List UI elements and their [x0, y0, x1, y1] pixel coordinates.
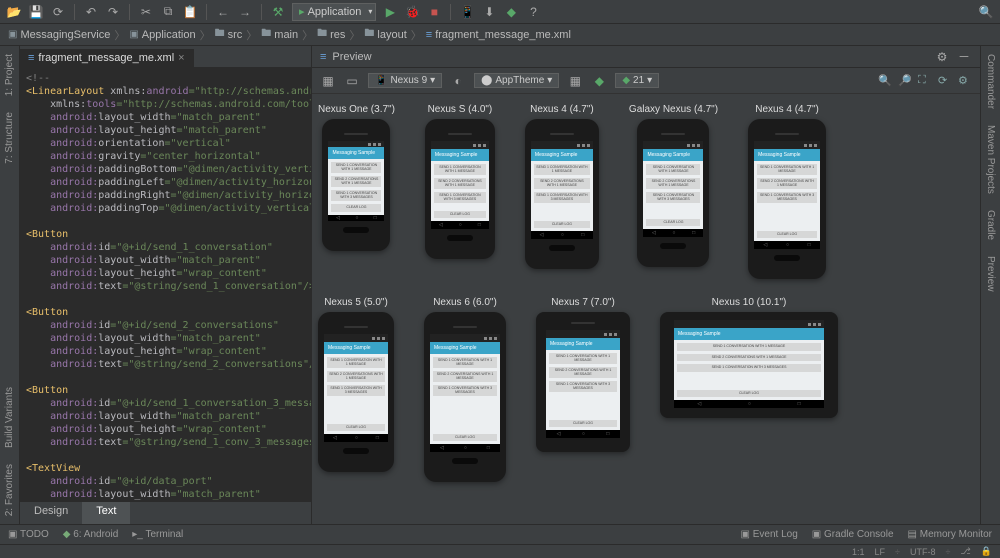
tool-gradle-console[interactable]: ▣ Gradle Console [812, 529, 894, 540]
preview-toolbar: ▦ ▭ 📱 Nexus 9 ▾ ◐ ⬤ AppTheme ▾ ▦ ◆ ◆21 ▾… [312, 68, 980, 94]
design-text-tabs: Design Text [20, 502, 311, 524]
hide-icon[interactable]: － [956, 49, 972, 65]
close-icon[interactable]: × [178, 52, 184, 64]
stop-icon[interactable]: ■ [426, 4, 442, 20]
editor-tab[interactable]: ≡fragment_message_me.xml× [20, 49, 194, 67]
bc-src[interactable]: 🖿src [215, 26, 243, 43]
cut-icon[interactable]: ✂ [138, 4, 154, 20]
api-combo[interactable]: ◆21 ▾ [615, 73, 659, 88]
tool-build-variants[interactable]: Build Variants [2, 379, 17, 456]
device-preview[interactable]: Nexus 5 (5.0") Messaging Sample SEND 1 C… [318, 297, 394, 482]
device-label: Nexus 4 (4.7") [530, 104, 594, 115]
theme-combo[interactable]: ⬤ AppTheme ▾ [474, 73, 559, 88]
device-preview[interactable]: Nexus One (3.7") Messaging Sample SEND 1… [318, 104, 395, 279]
back-icon[interactable]: ← [215, 4, 231, 20]
tab-text[interactable]: Text [82, 502, 130, 524]
caret-pos: 1:1 [852, 547, 865, 557]
device-label: Nexus 10 (10.1") [712, 297, 787, 308]
bc-main[interactable]: 🖿main [261, 26, 298, 43]
zoom-fit-icon[interactable]: ⛶ [918, 74, 932, 88]
editor-pane: ≡fragment_message_me.xml× <!-- <LinearLa… [20, 46, 312, 524]
tool-gradle[interactable]: Gradle [983, 202, 998, 248]
tool-preview[interactable]: Preview [983, 248, 998, 300]
preview-header: ≡ Preview ⚙ － [312, 46, 980, 68]
device-combo[interactable]: 📱 Nexus 9 ▾ [368, 73, 442, 88]
tool-favorites[interactable]: 2: Favorites [2, 456, 17, 524]
device-preview[interactable]: Galaxy Nexus (4.7") Messaging Sample SEN… [629, 104, 718, 279]
refresh-icon[interactable]: ⟳ [938, 74, 952, 88]
encoding[interactable]: UTF-8 [910, 547, 936, 557]
code-editor[interactable]: <!-- <LinearLayout xmlns:android="http:/… [20, 68, 311, 502]
device-preview[interactable]: Nexus 6 (6.0") Messaging Sample SEND 1 C… [424, 297, 506, 482]
android-icon[interactable]: ◆ [591, 73, 607, 89]
sdk-icon[interactable]: ⬇ [481, 4, 497, 20]
tool-android[interactable]: ◆ 6: Android [63, 529, 119, 540]
run-config-combo[interactable]: ▸ Application [292, 3, 376, 21]
tool-eventlog[interactable]: ▣ Event Log [741, 529, 798, 540]
tool-memory[interactable]: ▤ Memory Monitor [908, 529, 992, 540]
undo-icon[interactable]: ↶ [83, 4, 99, 20]
device-preview[interactable]: Nexus 4 (4.7") Messaging Sample SEND 1 C… [525, 104, 599, 279]
avd-icon[interactable]: 📱 [459, 4, 475, 20]
tool-commander[interactable]: Commander [983, 46, 998, 117]
help-icon[interactable]: ? [525, 4, 541, 20]
gear-icon[interactable]: ⚙ [934, 49, 950, 65]
editor-tabs: ≡fragment_message_me.xml× [20, 46, 311, 68]
device-label: Galaxy Nexus (4.7") [629, 104, 718, 115]
right-tool-gutter: Commander Maven Projects Gradle Preview [980, 46, 1000, 524]
bottom-toolbar: ▣ TODO ◆ 6: Android ▸_ Terminal ▣ Event … [0, 524, 1000, 544]
line-sep[interactable]: LF [874, 547, 885, 557]
device-label: Nexus 4 (4.7") [755, 104, 819, 115]
tool-structure[interactable]: 7: Structure [2, 104, 17, 172]
redo-icon[interactable]: ↷ [105, 4, 121, 20]
settings-icon[interactable]: ⚙ [958, 74, 972, 88]
tool-project[interactable]: 1: Project [2, 46, 17, 104]
orientation-icon[interactable]: ▭ [344, 73, 360, 89]
device-preview[interactable]: Nexus 10 (10.1") Messaging Sample SEND 1… [660, 297, 838, 482]
tool-terminal[interactable]: ▸_ Terminal [132, 529, 183, 540]
bc-module[interactable]: ▣Application [129, 29, 195, 41]
bc-root[interactable]: ▣MessagingService [8, 29, 110, 41]
device-label: Nexus One (3.7") [318, 104, 395, 115]
tool-todo[interactable]: ▣ TODO [8, 529, 49, 540]
breadcrumb: ▣MessagingService〉 ▣Application〉 🖿src〉 🖿… [0, 24, 1000, 46]
bc-file[interactable]: ≡fragment_message_me.xml [426, 29, 571, 41]
device-preview[interactable]: Nexus 7 (7.0") Messaging Sample SEND 1 C… [536, 297, 630, 482]
bc-layout[interactable]: 🖿layout [364, 26, 406, 43]
device-preview[interactable]: Nexus 4 (4.7") Messaging Sample SEND 1 C… [748, 104, 826, 279]
ddms-icon[interactable]: ◆ [503, 4, 519, 20]
paste-icon[interactable]: 📋 [182, 4, 198, 20]
bc-res[interactable]: 🖿res [317, 26, 345, 43]
run-icon[interactable]: ▶ [382, 4, 398, 20]
locale-icon[interactable]: ▦ [567, 73, 583, 89]
main-toolbar: 📂 💾 ⟳ ↶ ↷ ✂ ⧉ 📋 ← → ⚒ ▸ Application ▶ 🐞 … [0, 0, 1000, 24]
device-preview[interactable]: Nexus S (4.0") Messaging Sample SEND 1 C… [425, 104, 495, 279]
copy-icon[interactable]: ⧉ [160, 4, 176, 20]
device-label: Nexus S (4.0") [428, 104, 493, 115]
palette-icon[interactable]: ▦ [320, 73, 336, 89]
zoom-in-icon[interactable]: 🔍 [878, 74, 892, 88]
tab-design[interactable]: Design [20, 502, 82, 524]
save-icon[interactable]: 💾 [28, 4, 44, 20]
git-icon[interactable]: ⎇ [960, 546, 970, 557]
device-label: Nexus 6 (6.0") [433, 297, 497, 308]
preview-canvas[interactable]: Nexus One (3.7") Messaging Sample SEND 1… [312, 94, 980, 524]
forward-icon[interactable]: → [237, 4, 253, 20]
theme-icon[interactable]: ◐ [450, 73, 466, 89]
left-tool-gutter: 1: Project 7: Structure Build Variants 2… [0, 46, 20, 524]
device-label: Nexus 7 (7.0") [551, 297, 615, 308]
lock-icon: 🔒 [981, 546, 992, 557]
preview-pane: ≡ Preview ⚙ － ▦ ▭ 📱 Nexus 9 ▾ ◐ ⬤ AppThe… [312, 46, 980, 524]
tool-maven[interactable]: Maven Projects [983, 117, 998, 202]
search-icon[interactable]: 🔍 [978, 4, 994, 20]
open-icon[interactable]: 📂 [6, 4, 22, 20]
build-icon[interactable]: ⚒ [270, 4, 286, 20]
debug-icon[interactable]: 🐞 [404, 4, 420, 20]
device-label: Nexus 5 (5.0") [324, 297, 388, 308]
status-footer: 1:1 LF ÷ UTF-8 ÷ ⎇ 🔒 [0, 544, 1000, 558]
refresh-icon[interactable]: ⟳ [50, 4, 66, 20]
preview-title: Preview [332, 51, 371, 63]
zoom-out-icon[interactable]: 🔎 [898, 74, 912, 88]
